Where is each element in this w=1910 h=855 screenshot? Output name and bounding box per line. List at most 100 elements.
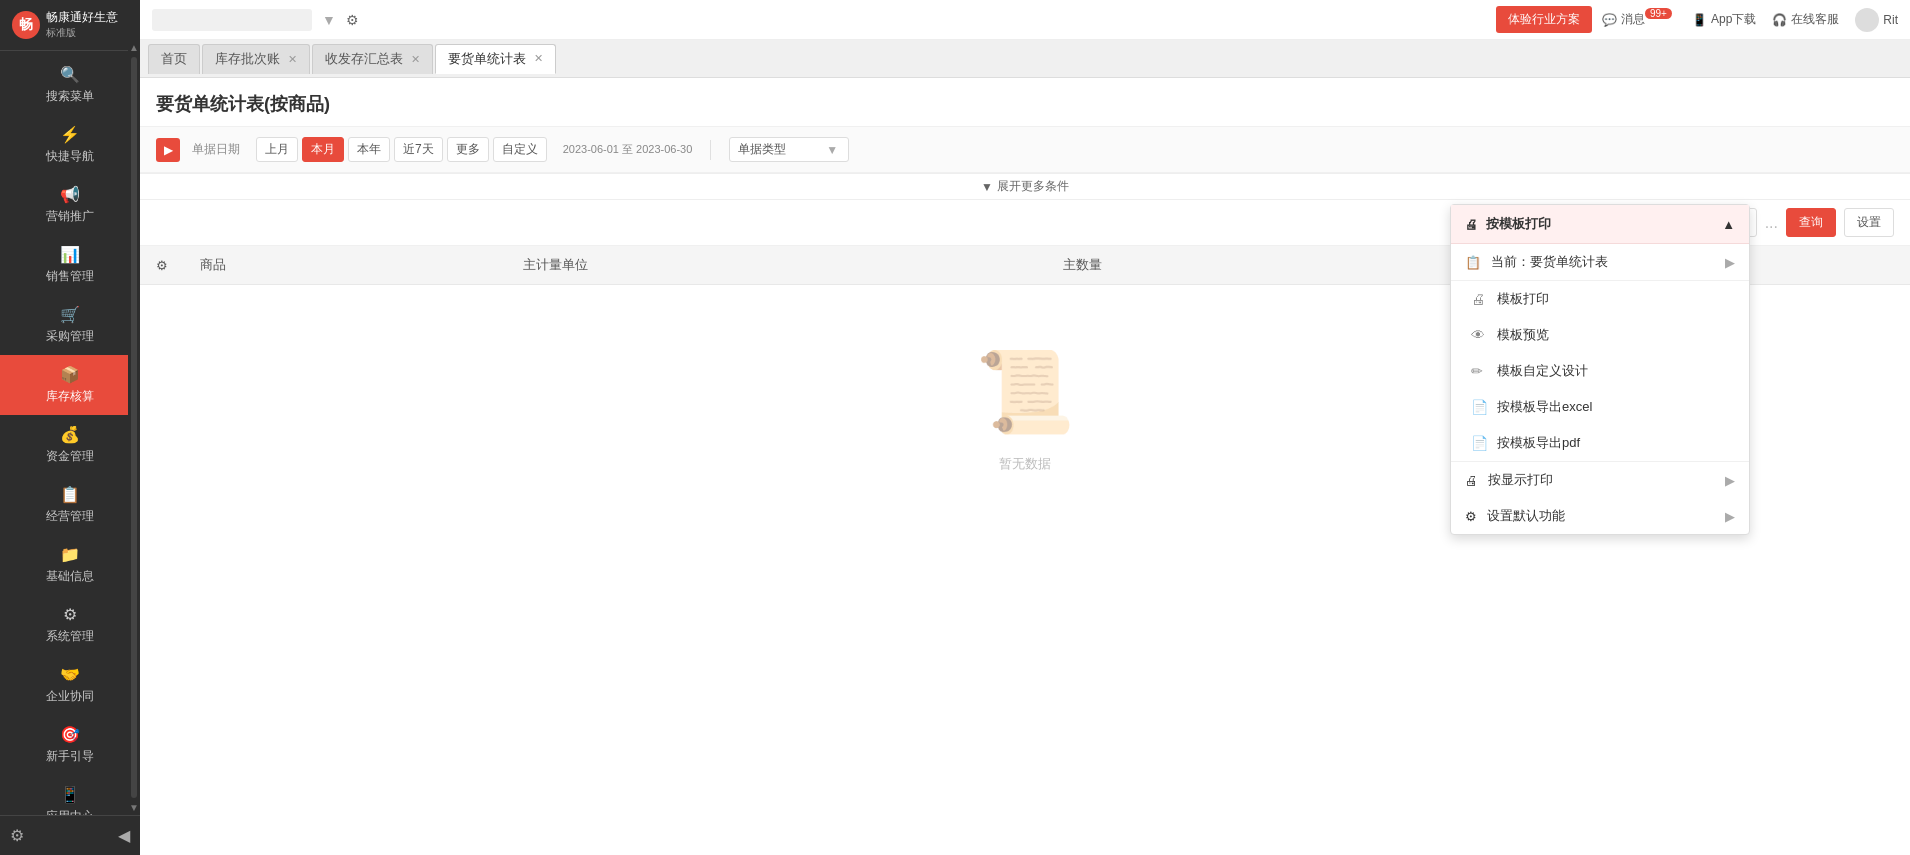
chevron-up-icon: ▲ bbox=[1722, 217, 1735, 232]
current-template-item[interactable]: 📋 当前：要货单统计表 ▶ bbox=[1451, 244, 1749, 280]
tab-close-icon[interactable]: ✕ bbox=[534, 52, 543, 65]
current-template-section: 📋 当前：要货单统计表 ▶ bbox=[1451, 244, 1749, 281]
tab-collection[interactable]: 收发存汇总表 ✕ bbox=[312, 44, 433, 74]
tab-close-icon[interactable]: ✕ bbox=[411, 53, 420, 66]
date-btn-本月[interactable]: 本月 bbox=[302, 137, 344, 162]
sidebar-item-label: 经营管理 bbox=[46, 508, 94, 525]
sidebar-item-label: 营销推广 bbox=[46, 208, 94, 225]
more-button[interactable]: ... bbox=[1765, 214, 1778, 232]
basic-icon: 📁 bbox=[60, 545, 80, 564]
print-item-template_print[interactable]: 🖨 模板打印 bbox=[1451, 281, 1749, 317]
sidebar-item-quicknav[interactable]: ⚡ 快捷导航 bbox=[0, 115, 140, 175]
default_func-icon: ⚙ bbox=[1465, 509, 1477, 524]
tab-label: 收发存汇总表 bbox=[325, 50, 403, 68]
date-btn-上月[interactable]: 上月 bbox=[256, 137, 298, 162]
template_print-icon: 🖨 bbox=[1471, 291, 1487, 307]
collab-icon: 🤝 bbox=[60, 665, 80, 684]
settings-button[interactable]: 设置 bbox=[1844, 208, 1894, 237]
sidebar-item-marketing[interactable]: 📢 营销推广 bbox=[0, 175, 140, 235]
date-btn-本年[interactable]: 本年 bbox=[348, 137, 390, 162]
empty-icon: 📜 bbox=[975, 345, 1075, 439]
message-icon: 💬 bbox=[1602, 13, 1617, 27]
print-item-export_excel[interactable]: 📄 按模板导出excel bbox=[1451, 389, 1749, 425]
print-dropdown-header[interactable]: 🖨 按模板打印 ▲ bbox=[1451, 205, 1749, 244]
sidebar-item-guide[interactable]: 🎯 新手引导 bbox=[0, 715, 140, 775]
sidebar-item-inventory[interactable]: 📦 库存核算 bbox=[0, 355, 140, 415]
sidebar-item-collab[interactable]: 🤝 企业协同 bbox=[0, 655, 140, 715]
app-download-group[interactable]: 📱 App下载 bbox=[1692, 11, 1756, 28]
display_print-icon: 🖨 bbox=[1465, 473, 1478, 488]
sidebar-item-label: 基础信息 bbox=[46, 568, 94, 585]
filter-toolbar: ▶ 单据日期 上月本月本年近7天更多自定义 2023-06-01 至 2023-… bbox=[140, 127, 1910, 173]
tab-home[interactable]: 首页 bbox=[148, 44, 200, 74]
app-badge: 标准版 bbox=[46, 26, 118, 40]
sidebar-item-label: 搜索菜单 bbox=[46, 88, 94, 105]
online-service-label: 在线客服 bbox=[1791, 11, 1839, 28]
tab-order_stat[interactable]: 要货单统计表 ✕ bbox=[435, 44, 556, 74]
app-logo: 畅 畅康通好生意 标准版 bbox=[0, 0, 140, 51]
print-dropdown-title: 按模板打印 bbox=[1486, 215, 1551, 233]
sidebar-item-appstore[interactable]: 📱 应用中心 bbox=[0, 775, 140, 815]
message-group[interactable]: 💬 消息 99+ bbox=[1602, 11, 1676, 28]
tab-batch[interactable]: 库存批次账 ✕ bbox=[202, 44, 310, 74]
print-item-template_design[interactable]: ✏ 模板自定义设计 bbox=[1451, 353, 1749, 389]
settings-icon[interactable]: ⚙ bbox=[10, 826, 24, 845]
topbar: ▼ ⚙ 体验行业方案 💬 消息 99+ 📱 App下载 🎧 在线客服 Rit bbox=[140, 0, 1910, 40]
quicknav-icon: ⚡ bbox=[60, 125, 80, 144]
sidebar-item-label: 系统管理 bbox=[46, 628, 94, 645]
logo-icon: 畅 bbox=[12, 11, 40, 39]
template-icon: 📋 bbox=[1465, 255, 1481, 270]
tab-label: 要货单统计表 bbox=[448, 50, 526, 68]
print-item-template_preview[interactable]: 👁 模板预览 bbox=[1451, 317, 1749, 353]
print-sub-label: 按显示打印 bbox=[1488, 471, 1553, 489]
collapse-icon[interactable]: ◀ bbox=[118, 826, 130, 845]
sidebar-item-operation[interactable]: 📋 经营管理 bbox=[0, 475, 140, 535]
current-template-label: 当前：要货单统计表 bbox=[1491, 253, 1608, 271]
finance-icon: 💰 bbox=[60, 425, 80, 444]
settings-icon[interactable]: ⚙ bbox=[346, 12, 359, 28]
sidebar-bottom: ⚙ ◀ bbox=[0, 815, 140, 855]
date-label: 单据日期 bbox=[192, 141, 240, 158]
query-button[interactable]: 查询 bbox=[1786, 208, 1836, 237]
col-header-gear: ⚙ bbox=[140, 246, 184, 285]
industry-btn[interactable]: 体验行业方案 bbox=[1496, 6, 1592, 33]
sidebar-item-basic[interactable]: 📁 基础信息 bbox=[0, 535, 140, 595]
print-item-label: 模板打印 bbox=[1497, 290, 1549, 308]
dropdown-arrow-icon[interactable]: ▼ bbox=[322, 12, 336, 28]
print-sub-default_func[interactable]: ⚙ 设置默认功能 ▶ bbox=[1451, 498, 1749, 534]
chevron-right-icon: ▶ bbox=[1725, 473, 1735, 488]
expand-button[interactable]: ▶ bbox=[156, 138, 180, 162]
notification-badge: 99+ bbox=[1645, 8, 1672, 19]
print-header-icon: 🖨 bbox=[1465, 217, 1478, 232]
date-btn-近7天[interactable]: 近7天 bbox=[394, 137, 443, 162]
sidebar-item-label: 库存核算 bbox=[46, 388, 94, 405]
user-group[interactable]: Rit bbox=[1855, 8, 1898, 32]
tab-label: 库存批次账 bbox=[215, 50, 280, 68]
print-item-label: 模板预览 bbox=[1497, 326, 1549, 344]
export_excel-icon: 📄 bbox=[1471, 399, 1487, 415]
print-dropdown: 🖨 按模板打印 ▲ 📋 当前：要货单统计表 ▶ 🖨 模板打印 👁 bbox=[1450, 204, 1750, 535]
sidebar-item-finance[interactable]: 💰 资金管理 bbox=[0, 415, 140, 475]
online-service-group[interactable]: 🎧 在线客服 bbox=[1772, 11, 1839, 28]
chevron-right-icon: ▶ bbox=[1725, 509, 1735, 524]
headset-icon: 🎧 bbox=[1772, 13, 1787, 27]
sidebar-item-sales[interactable]: 📊 销售管理 bbox=[0, 235, 140, 295]
sidebar-item-search[interactable]: 🔍 搜索菜单 bbox=[0, 55, 140, 115]
date-btn-自定义[interactable]: 自定义 bbox=[493, 137, 547, 162]
search-input[interactable] bbox=[152, 9, 312, 31]
date-btn-更多[interactable]: 更多 bbox=[447, 137, 489, 162]
type-select[interactable]: 单据类型 ▼ bbox=[729, 137, 849, 162]
tab-label: 首页 bbox=[161, 50, 187, 68]
expand-conditions-button[interactable]: ▼ 展开更多条件 bbox=[140, 173, 1910, 199]
template_design-icon: ✏ bbox=[1471, 363, 1487, 379]
print-item-export_pdf[interactable]: 📄 按模板导出pdf bbox=[1451, 425, 1749, 461]
col-header-unit: 主计量单位 bbox=[507, 246, 1047, 285]
tabbar: 首页 库存批次账 ✕ 收发存汇总表 ✕ 要货单统计表 ✕ bbox=[140, 40, 1910, 78]
print-item-label: 按模板导出pdf bbox=[1497, 434, 1580, 452]
sidebar-item-system[interactable]: ⚙ 系统管理 bbox=[0, 595, 140, 655]
print-sub-display_print[interactable]: 🖨 按显示打印 ▶ bbox=[1451, 462, 1749, 498]
sidebar-item-purchase[interactable]: 🛒 采购管理 bbox=[0, 295, 140, 355]
phone-icon: 📱 bbox=[1692, 13, 1707, 27]
user-name: Rit bbox=[1883, 13, 1898, 27]
tab-close-icon[interactable]: ✕ bbox=[288, 53, 297, 66]
